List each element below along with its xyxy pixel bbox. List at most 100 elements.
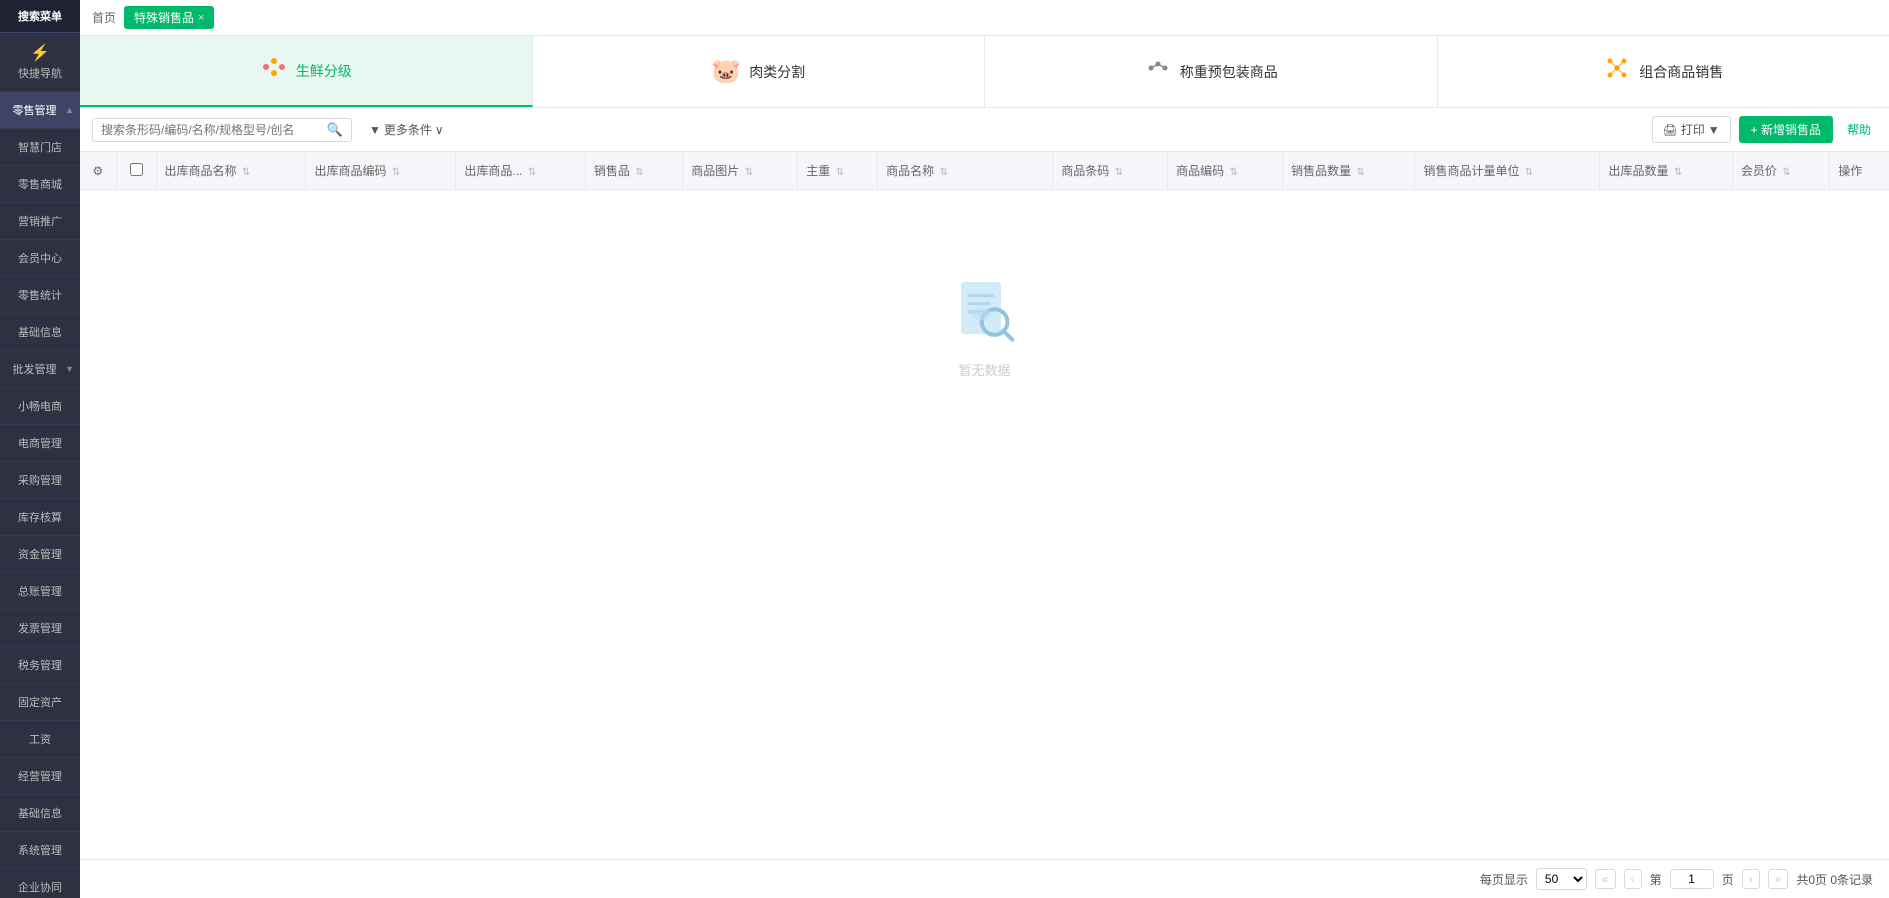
th-op: 操作 [1830,152,1889,190]
tab-weigh[interactable]: 称重预包装商品 [985,36,1438,107]
add-button[interactable]: + 新增销售品 [1739,116,1833,143]
print-label: 打印 [1681,121,1705,138]
empty-state: 暂无数据 [80,190,1889,459]
tab-combo[interactable]: 组合商品销售 [1438,36,1889,107]
sidebar-item-label: 小畅电商 [18,398,62,414]
sidebar-item-promotion[interactable]: 营销推广 [0,203,80,240]
col-label: 出库品数量 [1608,164,1668,178]
sidebar-item-salary[interactable]: 工资 [0,721,80,758]
sidebar-item-retail-mall[interactable]: 零售商城 [0,166,80,203]
sidebar-item-invoice[interactable]: 发票管理 [0,610,80,647]
th-out-name[interactable]: 出库商品名称 ⇅ [156,152,306,190]
sidebar-item-general-ledger[interactable]: 总账管理 [0,573,80,610]
sidebar-item-member[interactable]: 会员中心 [0,240,80,277]
sidebar-item-corp-agree[interactable]: 企业协同 [0,869,80,898]
sidebar-item-sys-mgmt[interactable]: 系统管理 [0,832,80,869]
th-out-code[interactable]: 出库商品编码 ⇅ [306,152,456,190]
sort-icon: ⇅ [1782,167,1790,178]
page-size-select[interactable]: 50 10 20 100 [1536,868,1587,890]
last-page-button[interactable]: » [1768,869,1789,889]
sidebar-item-label: 零售管理 [6,102,63,118]
sidebar-item-fixed-assets[interactable]: 固定资产 [0,684,80,721]
th-settings[interactable]: ⚙ [80,152,116,190]
tab-meat[interactable]: 🐷 肉类分割 [533,36,986,107]
sidebar-item-label: 发票管理 [18,620,62,636]
next-page-button[interactable]: › [1742,869,1760,889]
sort-icon: ⇅ [392,167,400,178]
settings-icon[interactable]: ⚙ [92,164,103,178]
sidebar-item-label: 会员中心 [18,250,62,266]
search-input[interactable] [101,123,323,137]
sidebar-item-label: 税务管理 [18,657,62,673]
home-link[interactable]: 首页 [92,9,116,26]
category-tabs: 生鲜分级 🐷 肉类分割 称重预包装商品 [80,36,1889,108]
tab-fresh[interactable]: 生鲜分级 [80,36,533,107]
combo-icon [1603,54,1631,89]
search-box[interactable]: 🔍 [92,118,352,142]
toolbar-right: 🖨 打印 ▼ + 新增销售品 帮助 [1652,116,1878,143]
sidebar-item-tax[interactable]: 税务管理 [0,647,80,684]
sidebar-item-label: 系统管理 [18,842,62,858]
sidebar-item-purchase[interactable]: 采购管理 [0,462,80,499]
help-button[interactable]: 帮助 [1841,117,1877,142]
filter-label: 更多条件 [384,121,432,138]
cat-label-fresh: 生鲜分级 [296,61,352,81]
th-barcode[interactable]: 商品条码 ⇅ [1053,152,1168,190]
col-label: 销售品数量 [1291,164,1351,178]
sidebar-item-inventory[interactable]: 库存核算 [0,499,80,536]
sidebar-item-wholesale[interactable]: 批发管理 ▼ [0,351,80,388]
sort-icon: ⇅ [242,167,250,178]
sidebar-item-retail-stat[interactable]: 零售统计 [0,277,80,314]
sidebar-item-quick[interactable]: ⚡ 快捷导航 [0,33,80,92]
filter-button[interactable]: ▼ 更多条件 ∨ [360,117,453,142]
search-icon[interactable]: 🔍 [327,122,343,138]
first-page-button[interactable]: « [1595,869,1616,889]
sort-icon: ⇅ [745,167,753,178]
sidebar-item-label: 快捷导航 [18,65,62,81]
col-label: 商品编码 [1176,164,1224,178]
tab-close-icon[interactable]: × [198,12,204,24]
select-all-checkbox[interactable] [130,163,143,176]
col-label: 出库商品名称 [165,164,237,178]
th-member-price[interactable]: 会员价 ⇅ [1732,152,1829,190]
page-number-input[interactable] [1670,869,1714,889]
sidebar-item-base-info2[interactable]: 基础信息 [0,795,80,832]
th-sku-code[interactable]: 商品编码 ⇅ [1168,152,1283,190]
sidebar-item-mini-ecom[interactable]: 小畅电商 [0,388,80,425]
sidebar-item-ecom-mgmt[interactable]: 电商管理 [0,425,80,462]
th-weight[interactable]: 主重 ⇅ [798,152,878,190]
th-name[interactable]: 商品名称 ⇅ [878,152,1053,190]
th-out-qty[interactable]: 出库品数量 ⇅ [1600,152,1732,190]
empty-row: 暂无数据 [80,190,1889,460]
col-label: 销售商品计量单位 [1423,164,1519,178]
prev-page-button[interactable]: ‹ [1624,869,1642,889]
sidebar-item-smart-store[interactable]: 智慧门店 [0,129,80,166]
col-label: 出库商品... [464,164,522,178]
sidebar-item-label: 资金管理 [18,546,62,562]
th-out-spec[interactable]: 出库商品... ⇅ [456,152,586,190]
sidebar: 搜索菜单 ⚡ 快捷导航 零售管理 ▲ 智慧门店 零售商城 营销推广 会员中心 零… [0,0,80,898]
sort-icon: ⇅ [1230,167,1238,178]
th-sale-item[interactable]: 销售品 ⇅ [585,152,682,190]
col-label: 商品名称 [886,164,934,178]
sidebar-item-label: 固定资产 [18,694,62,710]
sidebar-item-finance[interactable]: 资金管理 [0,536,80,573]
col-label: 销售品 [594,164,630,178]
sidebar-item-base-info[interactable]: 基础信息 [0,314,80,351]
print-button[interactable]: 🖨 打印 ▼ [1652,116,1731,143]
col-label: 商品条码 [1061,164,1109,178]
active-tab[interactable]: 特殊销售品 × [124,6,214,29]
sidebar-logo[interactable]: 搜索菜单 [0,0,80,33]
th-sale-qty[interactable]: 销售品数量 ⇅ [1283,152,1415,190]
sidebar-item-ops-mgmt[interactable]: 经营管理 [0,758,80,795]
th-img[interactable]: 商品图片 ⇅ [683,152,798,190]
sidebar-item-label: 采购管理 [18,472,62,488]
th-sale-unit[interactable]: 销售商品计量单位 ⇅ [1415,152,1600,190]
th-checkbox[interactable] [116,152,156,190]
col-label: 商品图片 [691,164,739,178]
data-table: ⚙ 出库商品名称 ⇅ 出库商品编码 ⇅ [80,152,1889,459]
sidebar-item-label: 企业协同 [18,879,62,895]
empty-text: 暂无数据 [958,360,1010,379]
sidebar-item-retail[interactable]: 零售管理 ▲ [0,92,80,129]
cat-label-combo: 组合商品销售 [1639,62,1723,82]
